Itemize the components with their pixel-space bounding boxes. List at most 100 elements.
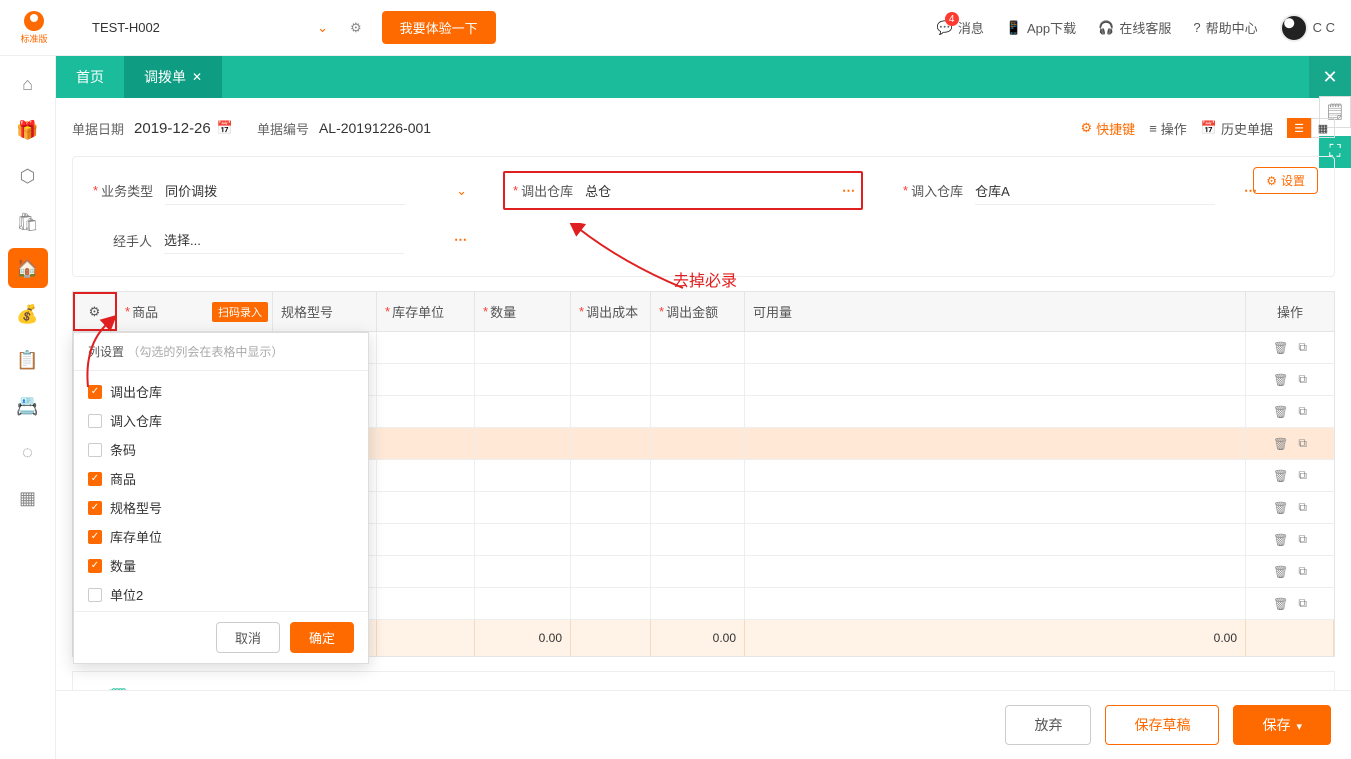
discard-button[interactable]: 放弃 (1005, 705, 1091, 745)
th-avail: 可用量 (745, 292, 1246, 331)
sidebar-shield-icon[interactable]: ⬡ (8, 156, 48, 196)
operate-link[interactable]: ≡操作 (1149, 119, 1187, 138)
doc-no-label: 单据编号 (257, 119, 309, 138)
column-option-label: 数量 (110, 556, 136, 575)
cancel-button[interactable]: 取消 (216, 622, 280, 653)
copy-icon[interactable]: ⧉ (1298, 372, 1307, 387)
messages-link[interactable]: 💬 4 消息 (937, 18, 984, 37)
sidebar-contact-icon[interactable]: 📇 (8, 386, 48, 426)
sidebar-clipboard-icon[interactable]: 📋 (8, 340, 48, 380)
copy-icon[interactable]: ⧉ (1298, 468, 1307, 483)
save-button[interactable]: 保存▾ (1233, 705, 1331, 745)
delete-icon[interactable]: 🗑 (1273, 373, 1288, 387)
column-option[interactable]: ✓数量 (74, 551, 368, 580)
online-service-link[interactable]: 🎧 在线客服 (1098, 18, 1171, 37)
shortcut-link[interactable]: ⚙快捷键 (1081, 119, 1136, 138)
delete-icon[interactable]: 🗑 (1273, 437, 1288, 451)
app-download-link[interactable]: 📱 App下载 (1006, 18, 1076, 37)
delete-icon[interactable]: 🗑 (1273, 533, 1288, 547)
date-value[interactable]: 2019-12-26 (134, 120, 211, 137)
column-list[interactable]: ✓调出仓库调入仓库条码 ✓商品✓规格型号✓库存单位✓数量单位2 (74, 371, 368, 611)
footer-avail: 0.00 (745, 620, 1246, 656)
try-button[interactable]: 我要体验一下 (382, 11, 496, 44)
delete-icon[interactable]: 🗑 (1273, 405, 1288, 419)
fields-row-1: * 业务类型 同价调拨 ⌄ * 调出仓库 总仓 ⋯ * 调入仓库 仓库A (93, 171, 1314, 210)
company-selector[interactable]: TEST-H002 ⌄ (80, 12, 340, 44)
checkbox-icon (88, 443, 102, 457)
copy-icon[interactable]: ⧉ (1298, 500, 1307, 515)
delete-icon[interactable]: 🗑 (1273, 501, 1288, 515)
column-option[interactable]: 条码 (74, 435, 368, 464)
tab-home[interactable]: 首页 (56, 56, 124, 98)
sidebar-gift-icon[interactable]: 🎁 (8, 110, 48, 150)
close-icon[interactable]: ✕ (192, 70, 202, 84)
copy-icon[interactable]: ⧉ (1298, 340, 1307, 355)
messages-badge: 4 (945, 12, 959, 26)
biz-type-label: 业务类型 (101, 181, 153, 200)
copy-icon[interactable]: ⧉ (1298, 596, 1307, 611)
sidebar-home-icon[interactable]: ⌂ (8, 64, 48, 104)
confirm-button[interactable]: 确定 (290, 622, 354, 653)
column-option-label: 条码 (110, 440, 136, 459)
online-service-label: 在线客服 (1119, 18, 1171, 37)
copy-icon[interactable]: ⧉ (1298, 404, 1307, 419)
th-cost: *调出成本 (571, 292, 651, 331)
gear-icon[interactable]: ⚙ (350, 20, 362, 36)
app-download-label: App下载 (1027, 18, 1076, 37)
sidebar-money-icon[interactable]: 💰 (8, 294, 48, 334)
column-option[interactable]: 调入仓库 (74, 406, 368, 435)
tabbar: 首页 调拨单 ✕ ✕ (56, 56, 1351, 98)
save-draft-button[interactable]: 保存草稿 (1105, 705, 1219, 745)
fields-row-2: 经手人 选择... ⋯ (93, 226, 1314, 254)
column-settings-button[interactable]: ⚙ (73, 292, 117, 331)
user-menu[interactable]: C C (1280, 14, 1335, 42)
grid-view-button[interactable]: ▦ (1311, 118, 1335, 138)
user-name: C C (1313, 20, 1335, 35)
field-handler[interactable]: 经手人 选择... ⋯ (93, 226, 473, 254)
column-option[interactable]: ✓库存单位 (74, 522, 368, 551)
delete-icon[interactable]: 🗑 (1273, 469, 1288, 483)
scan-input-badge[interactable]: 扫码录入 (212, 302, 268, 322)
th-spec: 规格型号 (273, 292, 377, 331)
calendar-icon[interactable]: 📅 (217, 120, 233, 136)
out-wh-value: 总仓 (585, 177, 825, 204)
handler-label: 经手人 (113, 231, 152, 250)
th-product: *商品 扫码录入 (117, 292, 273, 331)
fields-card: ⚙ 设置 * 业务类型 同价调拨 ⌄ * 调出仓库 总仓 ⋯ (72, 156, 1335, 277)
chevron-down-icon: ⌄ (317, 20, 328, 36)
logo: 标准版 (16, 10, 52, 46)
sidebar-cycle-icon[interactable]: ◌ (8, 432, 48, 472)
sidebar-bag-icon[interactable]: 🛍 (8, 202, 48, 242)
column-option[interactable]: 单位2 (74, 580, 368, 609)
checkbox-icon (88, 588, 102, 602)
copy-icon[interactable]: ⧉ (1298, 436, 1307, 451)
column-option-label: 调出仓库 (110, 382, 162, 401)
more-dots-icon[interactable]: ⋯ (454, 232, 467, 248)
th-ops: 操作 (1246, 292, 1334, 331)
column-option[interactable]: ✓规格型号 (74, 493, 368, 522)
help-center-link[interactable]: ? 帮助中心 (1193, 18, 1257, 37)
more-dots-icon[interactable]: ⋯ (1244, 183, 1257, 199)
in-wh-value: 仓库A (975, 177, 1215, 205)
delete-icon[interactable]: 🗑 (1273, 565, 1288, 579)
copy-icon[interactable]: ⧉ (1298, 564, 1307, 579)
close-all-button[interactable]: ✕ (1309, 56, 1351, 98)
field-biz-type[interactable]: * 业务类型 同价调拨 ⌄ (93, 177, 473, 205)
column-option[interactable]: ✓调出仓库 (74, 377, 368, 406)
data-table: ⚙ *商品 扫码录入 规格型号 *库存单位 *数量 *调出成本 *调出金额 可用… (72, 291, 1335, 657)
list-view-button[interactable]: ☰ (1287, 118, 1311, 138)
tab-transfer-label: 调拨单 (144, 67, 186, 87)
column-option[interactable]: ✓商品 (74, 464, 368, 493)
field-out-warehouse[interactable]: * 调出仓库 总仓 ⋯ (503, 171, 863, 210)
more-dots-icon[interactable]: ⋯ (842, 183, 855, 199)
sidebar-warehouse-icon[interactable]: 🏠 (8, 248, 48, 288)
field-in-warehouse[interactable]: * 调入仓库 仓库A ⋯ (903, 177, 1263, 205)
sidebar-new-icon[interactable]: ▦ (8, 478, 48, 518)
main: 首页 调拨单 ✕ ✕ 🗒 ⛶ 单据日期 2019-12-26 📅 单据编号 AL… (56, 56, 1351, 759)
copy-icon[interactable]: ⧉ (1298, 532, 1307, 547)
tab-transfer[interactable]: 调拨单 ✕ (124, 56, 222, 98)
delete-icon[interactable]: 🗑 (1273, 597, 1288, 611)
delete-icon[interactable]: 🗑 (1273, 341, 1288, 355)
history-link[interactable]: 📅历史单据 (1201, 119, 1273, 138)
content: 单据日期 2019-12-26 📅 单据编号 AL-20191226-001 ⚙… (56, 98, 1351, 690)
